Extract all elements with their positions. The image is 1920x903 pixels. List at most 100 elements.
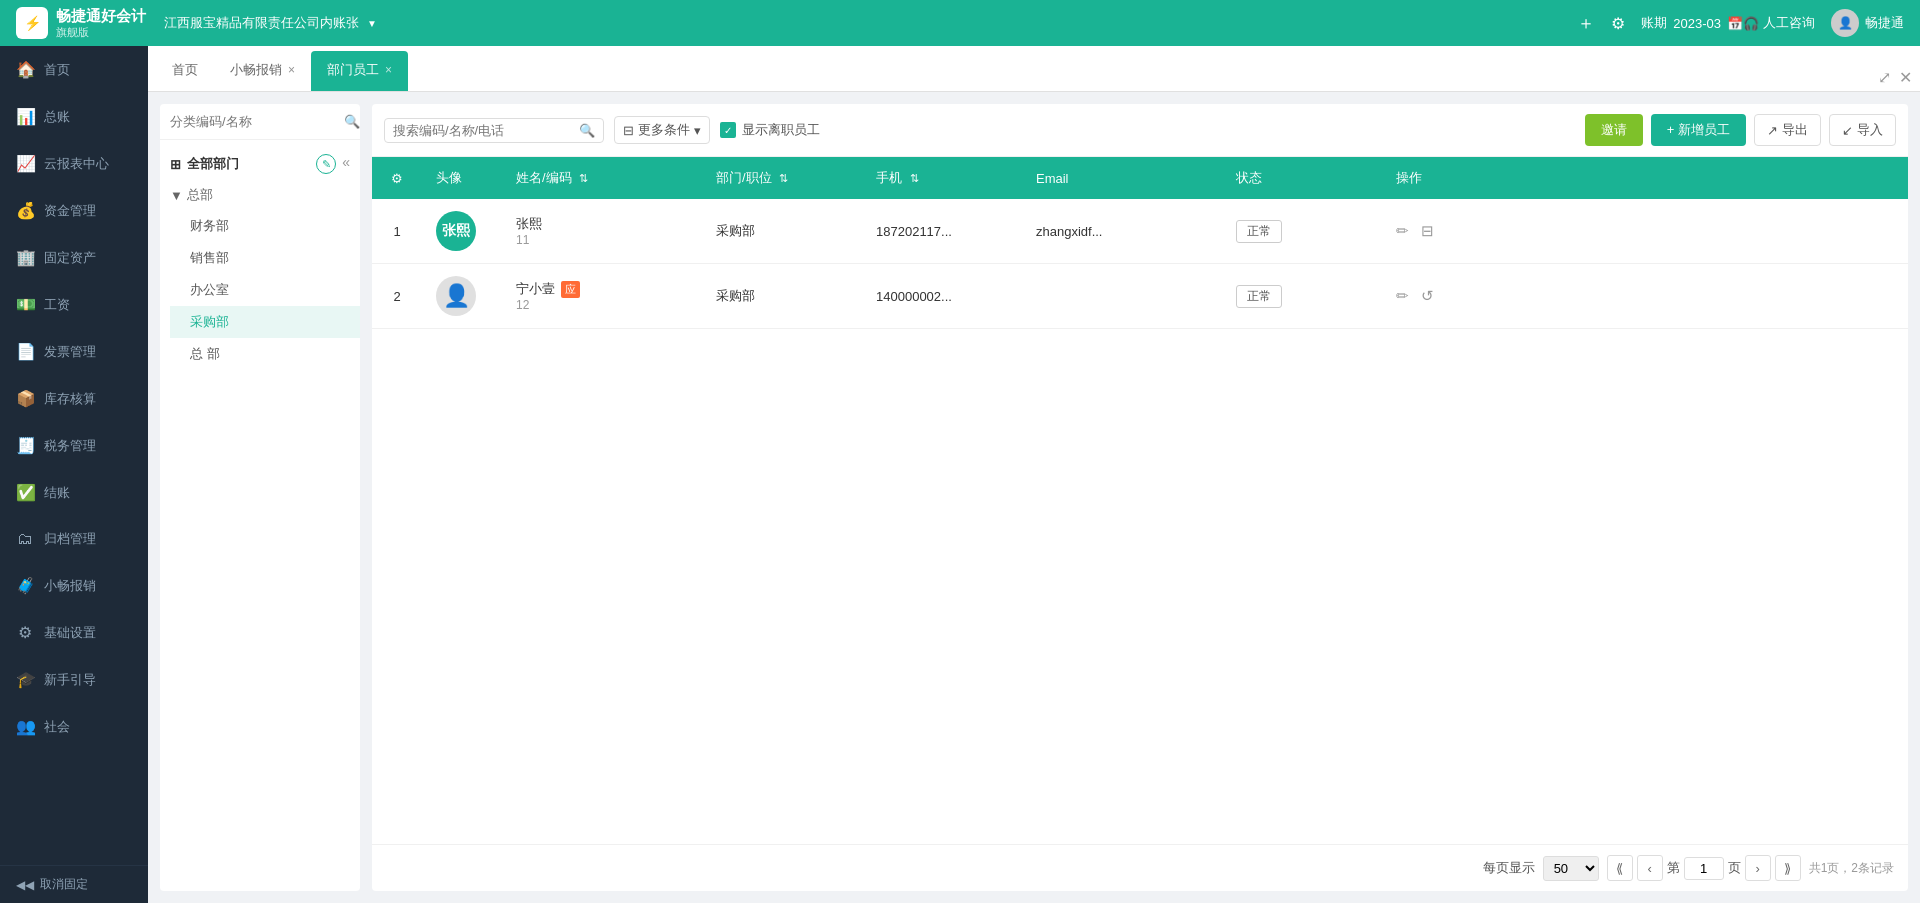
page-suffix: 页	[1728, 859, 1741, 877]
logout-icon-1[interactable]: ⊟	[1421, 222, 1434, 240]
row-name-2: 宁小壹 应 12	[502, 264, 702, 329]
dept-group-header[interactable]: ▼ 总部	[170, 180, 360, 210]
col-phone[interactable]: 手机 ⇅	[862, 157, 1022, 199]
employee-search-input[interactable]	[393, 123, 573, 138]
sidebar-label-home: 首页	[44, 61, 70, 79]
dept-add-icon[interactable]: ✎	[316, 154, 336, 174]
tab-department-close[interactable]: ×	[385, 63, 392, 77]
prev-page-btn[interactable]: ‹	[1637, 855, 1663, 881]
sidebar-label-invoice: 发票管理	[44, 343, 96, 361]
employee-search-wrap: 🔍	[384, 118, 604, 143]
per-page-select[interactable]: 50 10 20 100	[1543, 856, 1599, 881]
sidebar-item-tax[interactable]: 🧾 税务管理	[0, 422, 148, 469]
row-name-1: 张熙 11	[502, 199, 702, 264]
department-panel: 🔍 ⊞ 全部部门 ✎ «	[160, 104, 360, 891]
close-books-icon: ✅	[16, 483, 34, 502]
edit-icon-1[interactable]: ✏	[1396, 222, 1409, 240]
dept-search-input[interactable]	[170, 114, 338, 129]
col-email: Email	[1022, 157, 1222, 199]
dept-item-sales[interactable]: 销售部	[170, 242, 360, 274]
dept-item-finance[interactable]: 财务部	[170, 210, 360, 242]
sidebar-item-home[interactable]: 🏠 首页	[0, 46, 148, 93]
first-page-btn[interactable]: ⟪	[1607, 855, 1633, 881]
sidebar-label-tax: 税务管理	[44, 437, 96, 455]
sidebar-item-settings[interactable]: ⚙ 基础设置	[0, 609, 148, 656]
sidebar-label-close: 结账	[44, 484, 70, 502]
table-header-row: ⚙ 头像 姓名/编码 ⇅ 部门/职位 ⇅ 手机 ⇅ Email 状态 操作	[372, 157, 1908, 199]
expense-icon: 🧳	[16, 576, 34, 595]
refresh-icon-2[interactable]: ↺	[1421, 287, 1434, 305]
sidebar-item-archive[interactable]: 🗂 归档管理	[0, 516, 148, 562]
account-period: 账期 2023-03 📅	[1641, 14, 1743, 32]
last-page-btn[interactable]: ⟫	[1775, 855, 1801, 881]
dept-item-procurement[interactable]: 采购部	[170, 306, 360, 338]
sidebar-item-assets[interactable]: 🏢 固定资产	[0, 234, 148, 281]
header-right: 🎧 人工咨询 👤 畅捷通	[1743, 9, 1904, 37]
next-page-btn[interactable]: ›	[1745, 855, 1771, 881]
tab-home[interactable]: 首页	[156, 51, 214, 91]
page-input[interactable]	[1684, 857, 1724, 880]
tab-close-all-icon[interactable]: ✕	[1899, 68, 1912, 87]
tab-expense-close[interactable]: ×	[288, 63, 295, 77]
invoice-icon: 📄	[16, 342, 34, 361]
col-dept[interactable]: 部门/职位 ⇅	[702, 157, 862, 199]
import-label: 导入	[1857, 121, 1883, 139]
tab-department[interactable]: 部门员工 ×	[311, 51, 408, 91]
col-status: 状态	[1222, 157, 1382, 199]
show-inactive-toggle[interactable]: ✓ 显示离职员工	[720, 121, 820, 139]
add-tab-icon[interactable]: ＋	[1577, 11, 1595, 35]
sidebar-item-expense[interactable]: 🧳 小畅报销	[0, 562, 148, 609]
customer-service-btn[interactable]: 🎧 人工咨询	[1743, 14, 1815, 32]
sidebar: 🏠 首页 📊 总账 📈 云报表中心 💰 资金管理 🏢 固定资产 💵 工资 📄 发…	[0, 46, 148, 903]
company-selector[interactable]: 江西服宝精品有限责任公司内账张 ▼	[164, 14, 1577, 32]
tab-expense[interactable]: 小畅报销 ×	[214, 51, 311, 91]
dept-item-office[interactable]: 办公室	[170, 274, 360, 306]
customer-service-label: 人工咨询	[1763, 14, 1815, 32]
calendar-icon[interactable]: 📅	[1727, 16, 1743, 31]
pin-icon: ◀◀	[16, 878, 34, 892]
tab-bar-actions: ⤢ ✕	[1878, 68, 1912, 91]
dept-collapse-icon[interactable]: «	[342, 154, 350, 174]
row-dept-2: 采购部	[702, 264, 862, 329]
sidebar-item-invoice[interactable]: 📄 发票管理	[0, 328, 148, 375]
export-button[interactable]: ↗ 导出	[1754, 114, 1821, 146]
tax-icon: 🧾	[16, 436, 34, 455]
import-button[interactable]: ↙ 导入	[1829, 114, 1896, 146]
import-icon: ↙	[1842, 123, 1853, 138]
sidebar-item-inventory[interactable]: 📦 库存核算	[0, 375, 148, 422]
sidebar-item-ledger[interactable]: 📊 总账	[0, 93, 148, 140]
pin-label: 取消固定	[40, 876, 88, 893]
edit-icon-2[interactable]: ✏	[1396, 287, 1409, 305]
top-header: ⚡ 畅捷通好会计 旗舰版 江西服宝精品有限责任公司内账张 ▼ ＋ ⚙ 账期 20…	[0, 0, 1920, 46]
sidebar-item-cloud-reports[interactable]: 📈 云报表中心	[0, 140, 148, 187]
app-logo-icon: ⚡	[16, 7, 48, 39]
sidebar-item-close[interactable]: ✅ 结账	[0, 469, 148, 516]
dept-all-btn[interactable]: ⊞ 全部部门	[170, 155, 239, 173]
sidebar-item-social[interactable]: 👥 社会	[0, 703, 148, 750]
invite-button[interactable]: 邀请	[1585, 114, 1643, 146]
page-label: 第	[1667, 859, 1680, 877]
dept-search-icon[interactable]: 🔍	[344, 114, 360, 129]
dept-item-headquarters[interactable]: 总 部	[170, 338, 360, 370]
employee-code-1: 11	[516, 233, 688, 247]
settings-icon[interactable]: ⚙	[1611, 14, 1625, 33]
col-name[interactable]: 姓名/编码 ⇅	[502, 157, 702, 199]
sidebar-label-funds: 资金管理	[44, 202, 96, 220]
funds-icon: 💰	[16, 201, 34, 220]
sidebar-item-guide[interactable]: 🎓 新手引导	[0, 656, 148, 703]
row-phone-2: 140000002...	[862, 264, 1022, 329]
add-employee-button[interactable]: + 新增员工	[1651, 114, 1746, 146]
sidebar-pin-toggle[interactable]: ◀◀ 取消固定	[0, 865, 148, 903]
total-records: 共1页，2条记录	[1809, 860, 1894, 877]
tab-maximize-icon[interactable]: ⤢	[1878, 68, 1891, 87]
col-settings[interactable]: ⚙	[372, 157, 422, 199]
employee-search-icon[interactable]: 🔍	[579, 123, 595, 138]
tab-home-label: 首页	[172, 61, 198, 79]
sidebar-item-funds[interactable]: 💰 资金管理	[0, 187, 148, 234]
sidebar-item-salary[interactable]: 💵 工资	[0, 281, 148, 328]
show-inactive-checkbox[interactable]: ✓	[720, 122, 736, 138]
app-edition: 旗舰版	[56, 25, 146, 40]
user-info[interactable]: 👤 畅捷通	[1831, 9, 1904, 37]
more-filters-btn[interactable]: ⊟ 更多条件 ▾	[614, 116, 710, 144]
company-dropdown-icon: ▼	[367, 18, 377, 29]
